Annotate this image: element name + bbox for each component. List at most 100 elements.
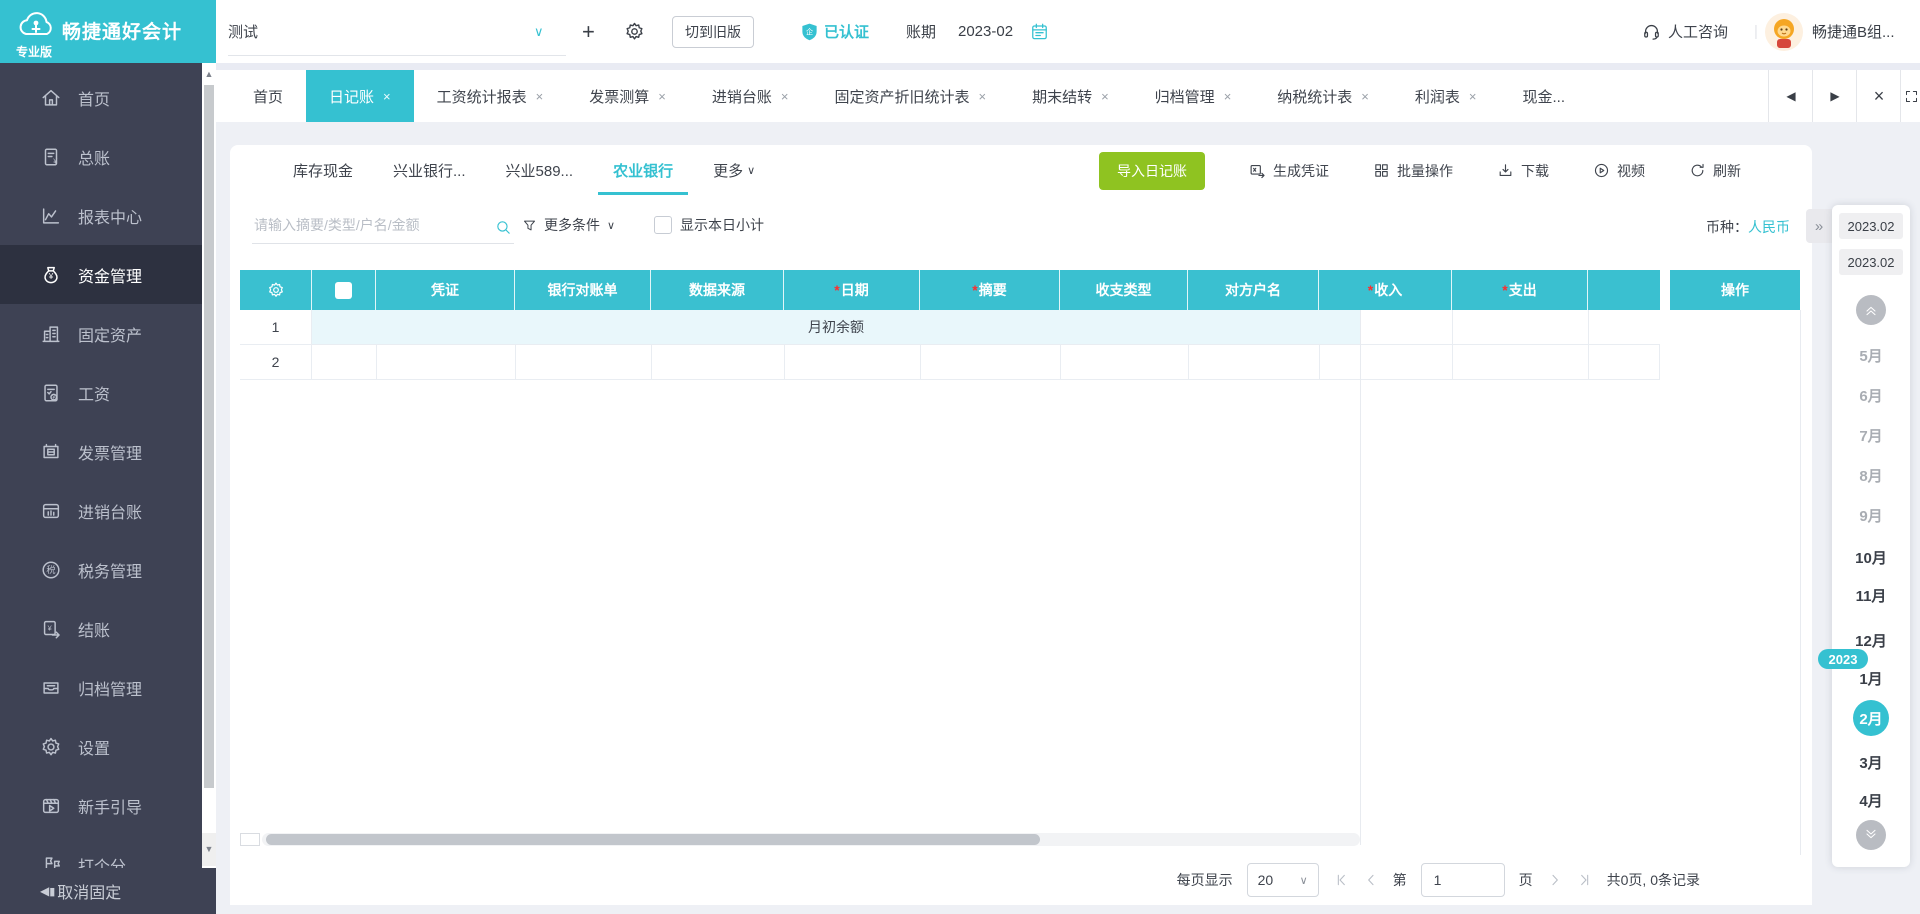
sidebar-item-tax-management[interactable]: 税 税务管理 (0, 540, 202, 599)
scroll-up-icon[interactable]: ▲ (202, 69, 216, 79)
prev-page-button[interactable] (1363, 872, 1379, 888)
video-button[interactable]: 视频 (1593, 161, 1645, 181)
search-icon[interactable] (495, 219, 512, 236)
sidebar-item-beginner-guide[interactable]: 新手引导 (0, 776, 202, 835)
tabs-scroll-right-button[interactable]: ▶ (1812, 70, 1857, 122)
tab-close-icon[interactable]: × (1224, 89, 1232, 104)
scroll-months-down-button[interactable] (1856, 820, 1886, 850)
sidebar-item-fixed-assets[interactable]: 固定资产 (0, 304, 202, 363)
user-name[interactable]: 畅捷通B组... (1812, 0, 1895, 63)
tab-close-icon[interactable]: × (536, 89, 544, 104)
scroll-down-icon[interactable]: ▼ (202, 833, 216, 866)
period-current-value[interactable]: 2023.02 (1839, 213, 1903, 239)
month-item[interactable]: 1月 (1832, 668, 1910, 688)
month-item[interactable]: 6月 (1832, 385, 1910, 405)
month-item[interactable]: 3月 (1832, 752, 1910, 772)
download-button[interactable]: 下载 (1497, 161, 1549, 181)
gear-icon[interactable] (267, 281, 285, 299)
period-value[interactable]: 2023-02 (958, 0, 1013, 63)
account-set-chevron-icon[interactable]: ∨ (534, 0, 544, 63)
import-journal-button[interactable]: 导入日记账 (1099, 151, 1205, 190)
tab-close-icon[interactable]: × (1361, 89, 1369, 104)
add-account-set-button[interactable]: + (582, 0, 595, 63)
account-set-selector[interactable]: 测试 (228, 0, 258, 63)
refresh-button[interactable]: 刷新 (1689, 161, 1741, 181)
sidebar-item-home[interactable]: 首页 (0, 68, 202, 127)
calendar-icon[interactable] (1030, 0, 1049, 63)
col-header-voucher[interactable]: 凭证 (376, 270, 515, 310)
tab-invoice-calc[interactable]: 发票测算 × (566, 70, 689, 122)
col-header-expense[interactable]: * 支出 (1452, 270, 1588, 310)
col-header-date[interactable]: * 日期 (784, 270, 920, 310)
tab-depreciation-report[interactable]: 固定资产折旧统计表 × (811, 70, 1009, 122)
month-item[interactable]: 12月 (1832, 630, 1910, 650)
month-item[interactable]: 4月 (1832, 790, 1910, 810)
opening-balance-row[interactable]: 月初余额 (312, 310, 1360, 345)
sidebar-item-invoice-management[interactable]: 发票管理 (0, 422, 202, 481)
settings-gear-icon[interactable] (624, 0, 645, 63)
select-all-checkbox[interactable] (335, 281, 352, 299)
tab-cashflow-clipped[interactable]: 现金... (1500, 70, 1589, 122)
sidebar-item-general-ledger[interactable]: ¥ 总账 (0, 127, 202, 186)
horizontal-scrollbar[interactable] (262, 833, 1360, 846)
col-header-summary[interactable]: * 摘要 (920, 270, 1060, 310)
last-page-button[interactable] (1577, 872, 1593, 888)
month-item-selected[interactable]: 2月 (1853, 700, 1889, 736)
col-header-type[interactable]: 收支类型 (1060, 270, 1188, 310)
month-item[interactable]: 5月 (1832, 345, 1910, 365)
subtab-cib-bank[interactable]: 兴业银行... (378, 147, 481, 195)
daily-subtotal-toggle[interactable]: 显示本日小计 (654, 215, 764, 235)
sidebar-item-closing[interactable]: ¥ 结账 (0, 599, 202, 658)
column-settings-cell[interactable] (240, 270, 312, 310)
per-page-select[interactable]: 20 ∨ (1246, 863, 1319, 897)
sidebar-item-purchase-sale-ledger[interactable]: 进销台账 (0, 481, 202, 540)
tabs-close-all-button[interactable]: × (1856, 70, 1901, 122)
more-conditions-button[interactable]: 更多条件 ∨ (522, 215, 615, 235)
switch-to-old-version-button[interactable]: 切到旧版 (672, 0, 754, 63)
tab-tax-report[interactable]: 纳税统计表 × (1254, 70, 1392, 122)
tab-close-icon[interactable]: × (1101, 89, 1109, 104)
period-panel-collapse-button[interactable]: » (1806, 209, 1832, 243)
col-header-bank-statement[interactable]: 银行对账单 (515, 270, 651, 310)
month-item[interactable]: 7月 (1832, 425, 1910, 445)
page-number-field[interactable] (1420, 863, 1505, 897)
subtab-agricultural-bank[interactable]: 农业银行 (598, 147, 689, 195)
subtab-cib-589[interactable]: 兴业589... (491, 147, 589, 195)
sidebar-item-archive-management[interactable]: 归档管理 (0, 658, 202, 717)
scroll-months-up-button[interactable] (1856, 295, 1886, 325)
tab-close-icon[interactable]: × (978, 89, 986, 104)
col-header-counterparty[interactable]: 对方户名 (1188, 270, 1319, 310)
month-item[interactable]: 9月 (1832, 505, 1910, 525)
sidebar-item-funds-management[interactable]: ¥ 资金管理 (0, 245, 202, 304)
sidebar-item-payroll[interactable]: ¥ 工资 (0, 363, 202, 422)
month-item[interactable]: 10月 (1832, 547, 1910, 567)
search-input[interactable] (252, 211, 479, 233)
page-number-input[interactable] (1421, 871, 1496, 889)
tab-home[interactable]: 首页 (230, 70, 306, 122)
tabs-scroll-left-button[interactable]: ◀ (1768, 70, 1813, 122)
tab-profit-statement[interactable]: 利润表 × (1392, 70, 1500, 122)
sidebar-item-report-center[interactable]: 报表中心 (0, 186, 202, 245)
month-item[interactable]: 8月 (1832, 465, 1910, 485)
avatar[interactable] (1765, 0, 1803, 63)
tab-close-icon[interactable]: × (658, 89, 666, 104)
support-button[interactable]: 人工咨询 (1642, 0, 1728, 63)
currency-value[interactable]: 人民币 (1748, 219, 1790, 235)
batch-actions-button[interactable]: 批量操作 (1373, 161, 1453, 181)
tab-close-icon[interactable]: × (383, 89, 391, 104)
empty-entry-row[interactable] (312, 345, 1660, 380)
period-selected-value[interactable]: 2023.02 (1839, 249, 1903, 275)
generate-voucher-button[interactable]: 生成凭证 (1249, 161, 1329, 181)
select-all-cell[interactable] (312, 270, 376, 310)
horizontal-scrollbar-thumb[interactable] (266, 834, 1040, 845)
sidebar-scrollbar[interactable]: ▲ ▼ (202, 63, 216, 868)
certified-badge[interactable]: 企 已认证 (800, 0, 869, 63)
sidebar-item-rate-us[interactable]: 打个分 (0, 835, 202, 868)
col-header-income[interactable]: * 收入 (1319, 270, 1452, 310)
tab-period-end[interactable]: 期末结转 × (1009, 70, 1132, 122)
first-page-button[interactable] (1333, 872, 1349, 888)
tab-payroll-report[interactable]: 工资统计报表 × (414, 70, 567, 122)
fullscreen-icon[interactable] (1900, 70, 1920, 122)
daily-subtotal-checkbox[interactable] (654, 216, 672, 234)
sidebar-item-settings[interactable]: 设置 (0, 717, 202, 776)
